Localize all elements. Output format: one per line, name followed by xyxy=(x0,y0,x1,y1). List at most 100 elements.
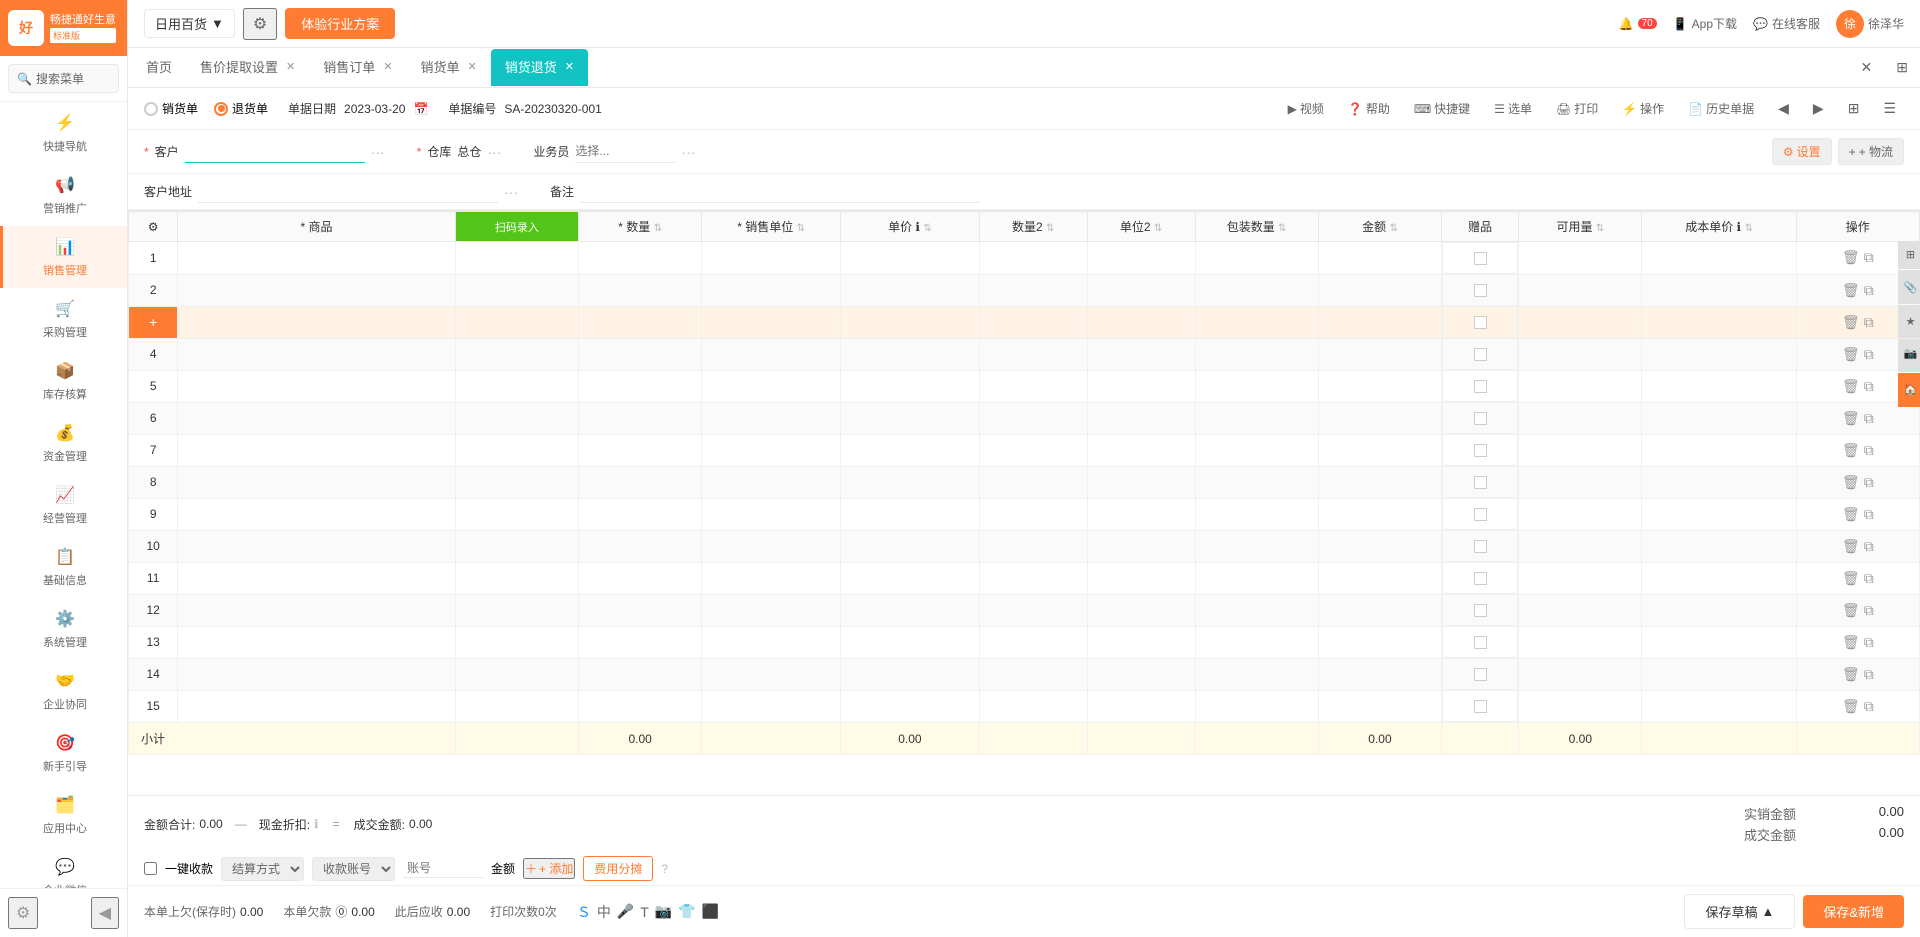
delete-row-10-icon[interactable]: 🗑 xyxy=(1842,538,1860,555)
copy-row-9-icon[interactable]: ⧉ xyxy=(1864,506,1874,523)
delete-row-12-icon[interactable]: 🗑 xyxy=(1842,602,1860,619)
sidebar-settings-button[interactable]: ⚙ xyxy=(8,897,38,929)
settings-button[interactable]: ⚙ 设置 xyxy=(1772,138,1832,165)
sidebar-collapse-button[interactable]: ◀ xyxy=(91,897,119,929)
sidebar-item-app-center[interactable]: 🗂️ 应用中心 xyxy=(0,784,127,846)
shortcut-btn[interactable]: ⌨ 快捷键 xyxy=(1406,96,1478,121)
camera-icon[interactable]: 📷 xyxy=(655,903,672,920)
delete-row-3-icon[interactable]: 🗑 xyxy=(1842,314,1860,331)
settlement-select[interactable]: 结算方式 xyxy=(221,857,304,881)
text-icon[interactable]: T xyxy=(640,904,649,920)
delete-row-6-icon[interactable]: 🗑 xyxy=(1842,410,1860,427)
sidebar-item-guide[interactable]: 🎯 新手引导 xyxy=(0,722,127,784)
add-expense-button[interactable]: ＋ + 添加 xyxy=(523,858,575,879)
tab-close-sale-return[interactable]: ✕ xyxy=(565,60,574,73)
staff-input[interactable] xyxy=(575,140,675,163)
copy-row-6-icon[interactable]: ⧉ xyxy=(1864,410,1874,427)
delete-row-4-icon[interactable]: 🗑 xyxy=(1842,346,1860,363)
qr-icon[interactable]: ⬛ xyxy=(702,903,719,920)
sort-icon-unit2[interactable]: ⇅ xyxy=(1154,223,1162,234)
sort-icon-unit[interactable]: ⇅ xyxy=(797,223,805,234)
view-detail-btn[interactable]: ☰ xyxy=(1875,96,1904,121)
online-service-item[interactable]: 💬 在线客服 xyxy=(1753,15,1820,32)
right-panel-btn-5[interactable]: 🏠 xyxy=(1898,373,1920,406)
app-download-item[interactable]: 📱 App下载 xyxy=(1673,15,1737,32)
help-btn[interactable]: ❓ 帮助 xyxy=(1340,96,1398,121)
expense-help-icon[interactable]: ? xyxy=(661,862,668,876)
sort-icon-qty2[interactable]: ⇅ xyxy=(1046,223,1054,234)
tab-sale-order[interactable]: 销售订单 ✕ xyxy=(309,49,406,86)
delete-row-13-icon[interactable]: 🗑 xyxy=(1842,634,1860,651)
tab-sale-price[interactable]: 售价提取设置 ✕ xyxy=(186,49,309,86)
gift-checkbox-9[interactable] xyxy=(1474,508,1487,521)
copy-row-3-icon[interactable]: ⧉ xyxy=(1864,314,1874,331)
sort-icon-pkg[interactable]: ⇅ xyxy=(1278,223,1286,234)
print-btn[interactable]: 🖨 打印 xyxy=(1548,96,1606,121)
gift-checkbox-7[interactable] xyxy=(1474,444,1487,457)
delete-row-1-icon[interactable]: 🗑 xyxy=(1842,249,1860,266)
sort-icon-amount[interactable]: ⇅ xyxy=(1389,223,1397,234)
sidebar-item-operations[interactable]: 📈 经营管理 xyxy=(0,474,127,536)
copy-row-7-icon[interactable]: ⧉ xyxy=(1864,442,1874,459)
save-draft-button[interactable]: 保存草稿 ▲ xyxy=(1684,894,1795,929)
gift-checkbox-1[interactable] xyxy=(1474,252,1487,265)
right-panel-btn-2[interactable]: 📎 xyxy=(1898,270,1920,303)
customer-picker-icon[interactable]: ··· xyxy=(371,144,385,160)
delete-row-11-icon[interactable]: 🗑 xyxy=(1842,570,1860,587)
expense-split-button[interactable]: 费用分摊 xyxy=(583,856,653,881)
operate-btn[interactable]: ⚡ 操作 xyxy=(1614,96,1672,121)
next-btn[interactable]: ▶ xyxy=(1805,96,1832,121)
copy-row-5-icon[interactable]: ⧉ xyxy=(1864,378,1874,395)
copy-row-10-icon[interactable]: ⧉ xyxy=(1864,538,1874,555)
gift-checkbox-3[interactable] xyxy=(1474,316,1487,329)
staff-picker-icon[interactable]: ··· xyxy=(681,144,695,160)
copy-row-4-icon[interactable]: ⧉ xyxy=(1864,346,1874,363)
sidebar-item-quick-nav[interactable]: ⚡ 快捷导航 xyxy=(0,102,127,164)
sort-icon-cost[interactable]: ⇅ xyxy=(1744,223,1752,234)
view-list-btn[interactable]: ⊞ xyxy=(1840,96,1868,121)
copy-row-12-icon[interactable]: ⧉ xyxy=(1864,602,1874,619)
one-click-pay-checkbox[interactable] xyxy=(144,862,157,875)
user-profile-item[interactable]: 徐 徐泽华 xyxy=(1836,10,1904,38)
customer-input[interactable] xyxy=(185,140,365,163)
sort-icon-available[interactable]: ⇅ xyxy=(1596,223,1604,234)
delete-row-2-icon[interactable]: 🗑 xyxy=(1842,282,1860,299)
s-icon[interactable]: Ｓ xyxy=(577,902,591,922)
sort-icon-price[interactable]: ⇅ xyxy=(923,223,931,234)
radio-return[interactable]: 退货单 xyxy=(214,100,268,117)
delete-row-9-icon[interactable]: 🗑 xyxy=(1842,506,1860,523)
sidebar-item-system[interactable]: ⚙️ 系统管理 xyxy=(0,598,127,660)
header-settings-button[interactable]: ⚙ xyxy=(243,8,277,40)
delete-row-5-icon[interactable]: 🗑 xyxy=(1842,378,1860,395)
gift-checkbox-6[interactable] xyxy=(1474,412,1487,425)
tab-close-sale-price[interactable]: ✕ xyxy=(286,60,295,73)
daily-goods-select[interactable]: 日用百货 ▼ xyxy=(144,9,235,38)
delete-row-7-icon[interactable]: 🗑 xyxy=(1842,442,1860,459)
gift-checkbox-15[interactable] xyxy=(1474,700,1487,713)
warehouse-picker-icon[interactable]: ··· xyxy=(487,144,501,160)
account-no-input[interactable] xyxy=(403,859,483,878)
zhong-icon[interactable]: 中 xyxy=(597,902,611,922)
gift-checkbox-11[interactable] xyxy=(1474,572,1487,585)
copy-row-2-icon[interactable]: ⧉ xyxy=(1864,282,1874,299)
gift-checkbox-5[interactable] xyxy=(1474,380,1487,393)
gift-checkbox-2[interactable] xyxy=(1474,284,1487,297)
delete-row-8-icon[interactable]: 🗑 xyxy=(1842,474,1860,491)
copy-row-13-icon[interactable]: ⧉ xyxy=(1864,634,1874,651)
prev-btn[interactable]: ◀ xyxy=(1770,96,1797,121)
right-panel-btn-1[interactable]: ⊞ xyxy=(1898,240,1920,269)
sidebar-item-sales[interactable]: 📊 销售管理 xyxy=(0,226,127,288)
sidebar-item-purchase[interactable]: 🛒 采购管理 xyxy=(0,288,127,350)
notification-item[interactable]: 🔔 70 xyxy=(1619,17,1657,31)
add-logistics-button[interactable]: + + 物流 xyxy=(1838,138,1904,165)
copy-row-14-icon[interactable]: ⧉ xyxy=(1864,666,1874,683)
right-panel-btn-3[interactable]: ★ xyxy=(1898,305,1920,338)
scan-input-btn[interactable]: 扫码录入 xyxy=(489,220,545,236)
gift-checkbox-14[interactable] xyxy=(1474,668,1487,681)
tab-close-sale-delivery[interactable]: ✕ xyxy=(468,60,477,73)
copy-row-8-icon[interactable]: ⧉ xyxy=(1864,474,1874,491)
tab-home[interactable]: 首页 xyxy=(132,49,186,86)
address-input[interactable] xyxy=(198,180,498,203)
shirt-icon[interactable]: 👕 xyxy=(678,903,695,920)
copy-row-1-icon[interactable]: ⧉ xyxy=(1864,249,1874,266)
